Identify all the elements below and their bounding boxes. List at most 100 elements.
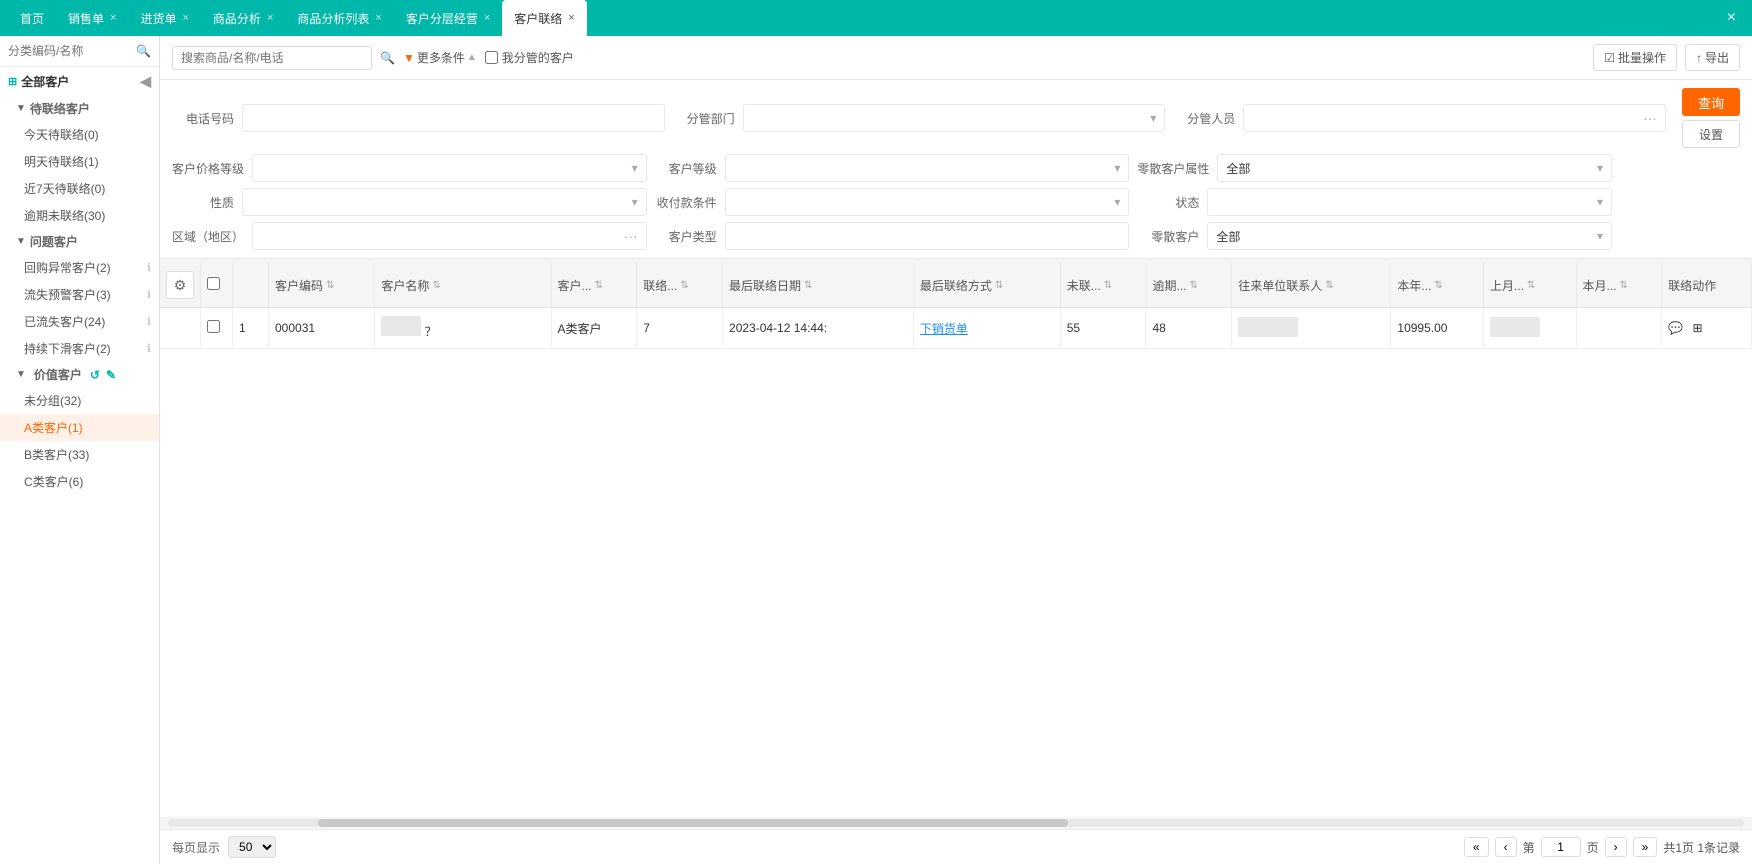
sidebar-item-today[interactable]: 今天待联络(0) <box>0 121 159 148</box>
sidebar-search-icon[interactable]: 🔍 <box>136 44 151 58</box>
nav-tab-customer-tier[interactable]: 客户分层经营 × <box>394 0 502 36</box>
sidebar-item-week7[interactable]: 近7天待联络(0) <box>0 175 159 202</box>
info-icon3[interactable]: ℹ <box>147 315 151 328</box>
all-customers-header[interactable]: ⊞ 全部客户 ◀ <box>0 67 159 96</box>
col-this-month[interactable]: 本月...⇅ <box>1576 263 1662 308</box>
chevron-down-icon: ▾ <box>1150 111 1156 125</box>
sort-icon-ov: ⇅ <box>1190 280 1198 291</box>
col-overdue[interactable]: 逾期...⇅ <box>1146 263 1232 308</box>
nav-tab-sales[interactable]: 销售单 × <box>56 0 128 36</box>
filter-search-input[interactable] <box>172 46 372 70</box>
edit-icon[interactable]: ✎ <box>106 368 116 382</box>
sidebar-item-class-c[interactable]: C类客户(6) <box>0 468 159 495</box>
table-container: ⚙ 客户编码⇅ 客户名称⇅ 客户...⇅ <box>160 263 1752 817</box>
dept-select[interactable]: ▾ <box>743 104 1166 132</box>
sort-icon-uc: ⇅ <box>1325 280 1333 291</box>
pending-contact-group[interactable]: ▼ 待联络客户 <box>0 96 159 121</box>
first-page-btn[interactable]: « <box>1464 837 1489 857</box>
select-all-checkbox[interactable] <box>207 277 220 290</box>
col-contact[interactable]: 联络...⇅ <box>637 263 723 308</box>
filter-price-level: 客户价格等级 ▾ <box>172 154 647 182</box>
nature-select[interactable]: ▾ <box>242 188 647 216</box>
col-last-date[interactable]: 最后联络日期⇅ <box>723 263 914 308</box>
qr-action-icon[interactable]: ⊞ <box>1693 321 1703 335</box>
filter-search-icon[interactable]: 🔍 <box>380 51 395 65</box>
info-icon2[interactable]: ℹ <box>147 288 151 301</box>
close-goods-tab[interactable]: × <box>267 12 273 24</box>
sidebar-item-lost[interactable]: 已流失客户(24) ℹ <box>0 308 159 335</box>
sidebar-item-lost-potential[interactable]: 流失预警客户(3) ℹ <box>0 281 159 308</box>
chevron-down-icon7: ▾ <box>1597 195 1603 209</box>
setting-btn[interactable]: 设置 <box>1682 120 1740 148</box>
sort-icon-lm: ⇅ <box>1527 280 1535 291</box>
close-purchase-tab[interactable]: × <box>182 12 188 24</box>
filter-more-btn[interactable]: ▼ 更多条件 ▲ <box>403 49 477 66</box>
close-sales-tab[interactable]: × <box>110 12 116 24</box>
col-this-year[interactable]: 本年...⇅ <box>1391 263 1484 308</box>
sidebar-item-continuous-decline[interactable]: 持续下滑客户(2) ℹ <box>0 335 159 362</box>
col-code[interactable]: 客户编码⇅ <box>269 263 375 308</box>
sidebar-item-tomorrow[interactable]: 明天待联络(1) <box>0 148 159 175</box>
nav-tab-purchase[interactable]: 进货单 × <box>128 0 200 36</box>
phone-input[interactable] <box>242 104 665 132</box>
sidebar-item-overdue[interactable]: 逾期未联络(30) <box>0 202 159 229</box>
sidebar-item-class-a[interactable]: A类客户(1) <box>0 414 159 441</box>
nav-tab-home[interactable]: 首页 <box>8 0 56 36</box>
row-this-year: 10995.00 <box>1391 308 1484 349</box>
col-uncontacted[interactable]: 未联...⇅ <box>1060 263 1146 308</box>
col-last-method[interactable]: 最后联络方式⇅ <box>913 263 1060 308</box>
customer-type-label: 客户类型 <box>655 228 725 245</box>
chat-action-icon[interactable]: 💬 <box>1668 321 1683 335</box>
col-code-label: 客户编码 <box>275 277 323 294</box>
nav-tab-goods[interactable]: 商品分析 × <box>201 0 285 36</box>
customer-level-select[interactable]: ▾ <box>725 154 1130 182</box>
sidebar-item-repeat-abnormal[interactable]: 回购异常客户(2) ℹ <box>0 254 159 281</box>
info-icon[interactable]: ℹ <box>147 261 151 274</box>
page-number-input[interactable] <box>1541 837 1581 857</box>
payment-select[interactable]: ▾ <box>725 188 1130 216</box>
my-customers-checkbox[interactable]: 我分管的客户 <box>485 49 574 66</box>
export-btn[interactable]: ↑ 导出 <box>1685 44 1740 71</box>
next-page-btn[interactable]: › <box>1605 837 1627 857</box>
page-size-select[interactable]: 50 <box>228 836 276 858</box>
value-customers-group[interactable]: ▼ 价值客户 ↺ ✎ <box>0 362 159 387</box>
col-category-label: 客户... <box>558 277 592 294</box>
manager-select[interactable]: ··· <box>1243 104 1666 132</box>
horizontal-scrollbar[interactable] <box>160 817 1752 829</box>
close-customer-contact-tab[interactable]: × <box>568 12 574 24</box>
nav-tab-goods-list[interactable]: 商品分析列表 × <box>285 0 393 36</box>
last-method-link[interactable]: 下销货单 <box>920 322 968 336</box>
chevron-down-icon5: ▾ <box>632 195 638 209</box>
col-unit-contact[interactable]: 往来单位联系人⇅ <box>1232 263 1391 308</box>
sidebar-item-class-b[interactable]: B类客户(33) <box>0 441 159 468</box>
table-gear-btn[interactable]: ⚙ <box>166 271 194 299</box>
customer-type-input[interactable] <box>725 222 1130 250</box>
col-gear: ⚙ <box>160 263 201 308</box>
region-select[interactable]: ··· <box>252 222 647 250</box>
info-icon4[interactable]: ℹ <box>147 342 151 355</box>
collapse-icon[interactable]: ◀ <box>140 73 151 90</box>
row-checkbox[interactable] <box>207 320 220 333</box>
scatter-select[interactable]: 全部▾ <box>1207 222 1612 250</box>
sidebar-search-input[interactable] <box>8 44 132 58</box>
nav-tab-customer-contact[interactable]: 客户联络 × <box>502 0 586 36</box>
col-category[interactable]: 客户...⇅ <box>551 263 637 308</box>
status-select[interactable]: ▾ <box>1207 188 1612 216</box>
sidebar-item-unclassified[interactable]: 未分组(32) <box>0 387 159 414</box>
row-category: A类客户 <box>551 308 637 349</box>
batch-op-btn[interactable]: ☑ 批量操作 <box>1593 44 1677 71</box>
query-btn[interactable]: 查询 <box>1682 88 1740 116</box>
col-name[interactable]: 客户名称⇅ <box>375 263 551 308</box>
col-last-month[interactable]: 上月...⇅ <box>1484 263 1577 308</box>
problem-customers-group[interactable]: ▼ 问题客户 <box>0 229 159 254</box>
scroll-thumb[interactable] <box>318 819 1068 827</box>
last-page-btn[interactable]: » <box>1633 837 1658 857</box>
close-customer-tier-tab[interactable]: × <box>484 12 490 24</box>
price-level-select[interactable]: ▾ <box>252 154 647 182</box>
refresh-icon[interactable]: ↺ <box>90 368 100 382</box>
close-all-tabs[interactable]: × <box>1719 9 1744 27</box>
prev-page-btn[interactable]: ‹ <box>1495 837 1517 857</box>
my-customers-check[interactable] <box>485 51 498 64</box>
scatter-attr-select[interactable]: 全部▾ <box>1217 154 1612 182</box>
close-goods-list-tab[interactable]: × <box>375 12 381 24</box>
